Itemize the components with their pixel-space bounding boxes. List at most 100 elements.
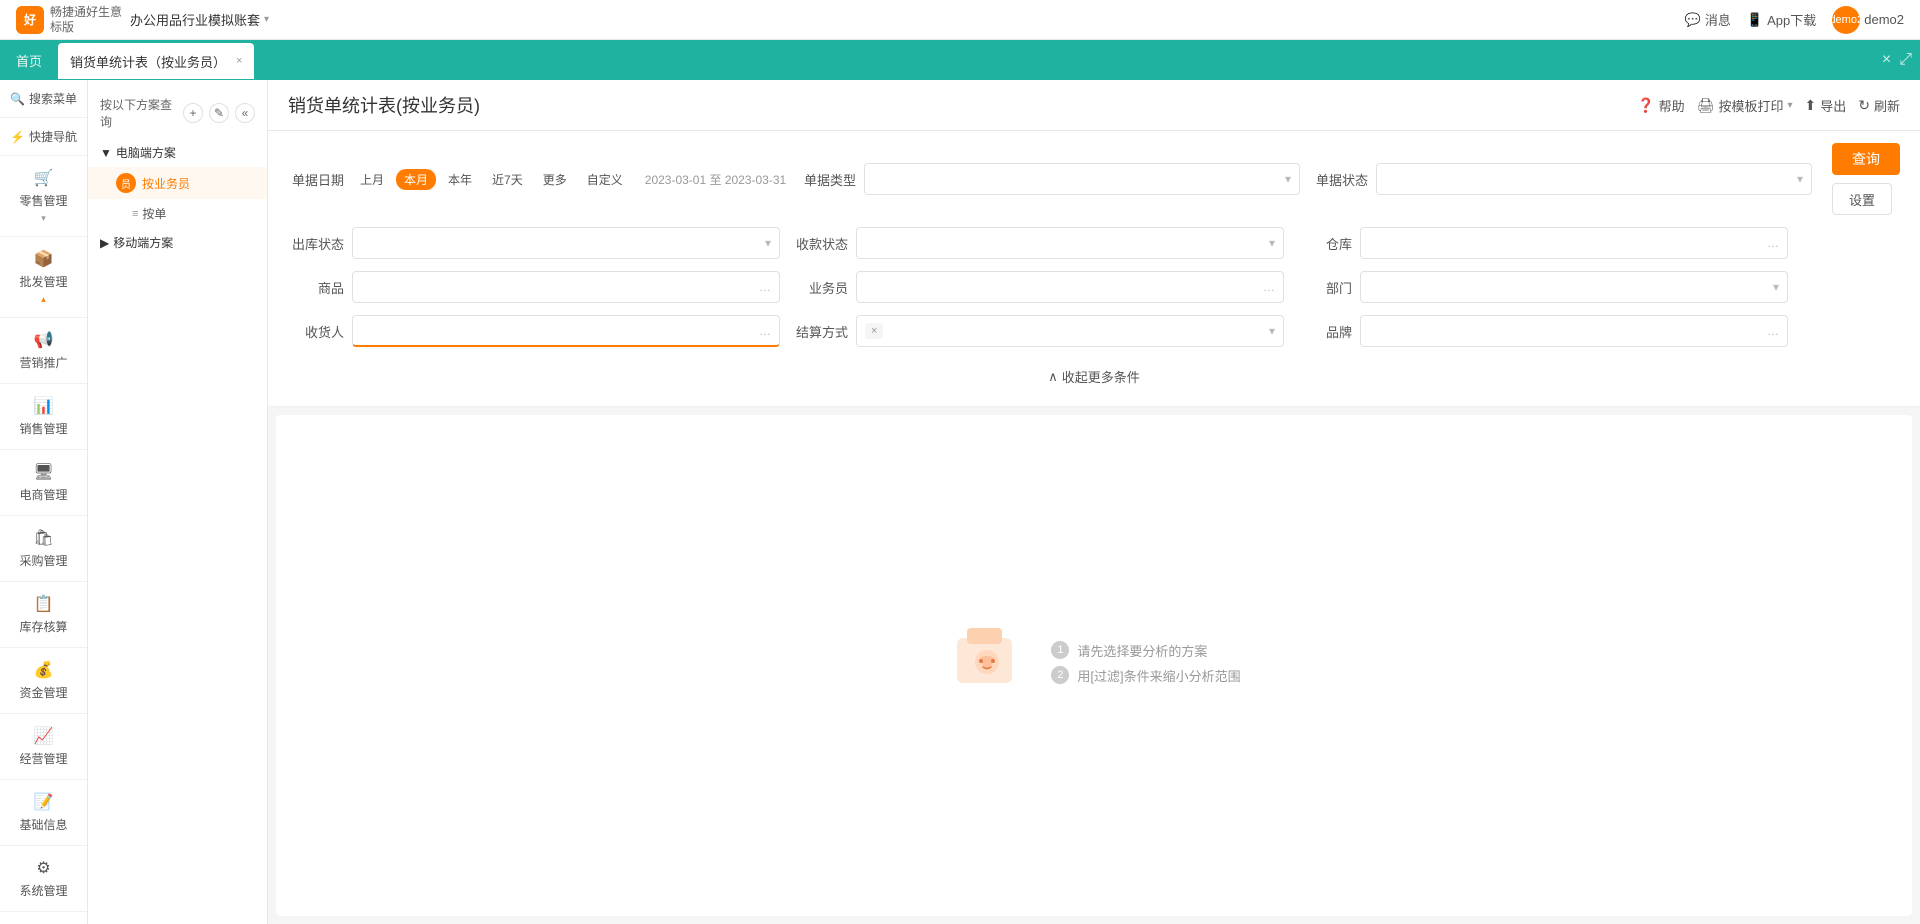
date-tab-thismonth[interactable]: 本月 xyxy=(396,169,436,190)
mobile-scheme-header[interactable]: ▶ 移动端方案 xyxy=(88,228,267,257)
quick-nav-item[interactable]: ⚡ 快捷导航 xyxy=(0,118,87,156)
group-arrow-icon: ▼ xyxy=(100,146,112,160)
out-status-dropdown-icon: ▾ xyxy=(765,236,771,250)
scheme-item-salesperson[interactable]: 员 按业务员 xyxy=(88,167,267,199)
left-panel: 按以下方案查询 + ✎ « ▼ 电脑端方案 员 按业务员 xyxy=(88,80,268,924)
sidebar-item-operations[interactable]: 📈 经营管理 xyxy=(0,714,87,780)
query-button[interactable]: 查询 xyxy=(1832,143,1900,175)
sidebar-item-retail[interactable]: 🛒 零售管理 ▾ xyxy=(0,156,87,237)
filter-area: 单据日期 上月 本月 本年 近7天 更多 自定义 20 xyxy=(268,131,1920,406)
settlement-input[interactable]: × ▾ xyxy=(856,315,1284,347)
doc-type-input[interactable]: ▾ xyxy=(864,163,1300,195)
filter-product: 商品 … xyxy=(288,271,780,303)
sidebar-item-system[interactable]: ⚙ 系统管理 xyxy=(0,846,87,912)
right-content: 销货单统计表(按业务员) ❓ 帮助 🖨 按模板打印 ▾ xyxy=(268,80,1920,924)
out-status-input[interactable]: ▾ xyxy=(352,227,780,259)
tab-sales-stats[interactable]: 销货单统计表（按业务员） × xyxy=(58,43,254,79)
collapse-row: ∧ 收起更多条件 xyxy=(288,359,1900,394)
logo-icon: 好 xyxy=(16,6,44,34)
edit-scheme-button[interactable]: ✎ xyxy=(209,103,229,123)
tab-expand-icon[interactable]: ⤢ xyxy=(1899,51,1912,69)
date-tabs: 上月 本月 本年 近7天 更多 自定义 xyxy=(352,169,631,190)
salesperson-more-icon: … xyxy=(1263,280,1275,294)
filter-brand: 品牌 … xyxy=(1296,315,1788,347)
ecommerce-icon: 🖥 xyxy=(33,462,53,482)
print-icon: 🖨 xyxy=(1697,97,1715,114)
warehouse-more-icon: … xyxy=(1767,236,1779,250)
app-download-button[interactable]: 📱 App下载 xyxy=(1747,10,1816,29)
empty-state: 1 请先选择要分析的方案 2 用[过滤]条件来缩小分析范围 xyxy=(276,415,1912,916)
user-menu[interactable]: demo2 demo2 xyxy=(1832,6,1904,34)
sidebar-item-basic[interactable]: 📝 基础信息 xyxy=(0,780,87,846)
sidebar-item-finance[interactable]: 💰 资金管理 xyxy=(0,648,87,714)
empty-illustration xyxy=(947,618,1027,698)
tab-expand-area: × ⤢ xyxy=(1882,51,1912,69)
doc-status-label: 单据状态 xyxy=(1312,170,1368,189)
search-menu-item[interactable]: 🔍 搜索菜单 xyxy=(0,80,87,118)
date-tab-7days[interactable]: 近7天 xyxy=(484,169,531,190)
department-input[interactable]: ▾ xyxy=(1360,271,1788,303)
filter-out-status: 出库状态 ▾ xyxy=(288,227,780,259)
tab-home[interactable]: 首页 xyxy=(0,40,58,80)
tab-bar: 首页 销货单统计表（按业务员） × × ⤢ xyxy=(0,40,1920,80)
tab-close-window-icon[interactable]: × xyxy=(1882,51,1891,69)
doc-type-label: 单据类型 xyxy=(800,170,856,189)
setting-button[interactable]: 设置 xyxy=(1832,183,1892,215)
filter-row-4: 收货人 … 结算方式 × ▾ xyxy=(288,315,1900,347)
avatar: demo2 xyxy=(1832,6,1860,34)
collapse-panel-button[interactable]: « xyxy=(235,103,255,123)
filter-doc-type: 单据类型 ▾ xyxy=(800,163,1300,195)
sidebar-item-purchase[interactable]: 🛍 采购管理 xyxy=(0,516,87,582)
sidebar-item-wholesale[interactable]: 📦 批发管理 ▴ xyxy=(0,237,87,318)
sidebar-item-sales[interactable]: 📊 销售管理 xyxy=(0,384,87,450)
add-scheme-button[interactable]: + xyxy=(183,103,203,123)
date-tab-thisyear[interactable]: 本年 xyxy=(440,169,480,190)
logo-text: 畅捷通好生意 标版 xyxy=(50,5,122,34)
message-button[interactable]: 💬 消息 xyxy=(1685,10,1731,29)
warehouse-input[interactable]: … xyxy=(1360,227,1788,259)
collapse-button[interactable]: ∧ 收起更多条件 xyxy=(1048,367,1140,386)
main-layout: 🔍 搜索菜单 ⚡ 快捷导航 🛒 零售管理 ▾ 📦 批发管理 ▴ 📢 营销推广 📊… xyxy=(0,80,1920,924)
header-left: 好 畅捷通好生意 标版 办公用品行业模拟账套 ▾ xyxy=(16,5,269,34)
tag-close-icon[interactable]: × xyxy=(871,325,877,337)
filter-settlement: 结算方式 × ▾ xyxy=(792,315,1284,347)
sales-icon: 📊 xyxy=(34,396,54,416)
receiver-more-icon: … xyxy=(759,324,771,338)
sidebar-item-inventory[interactable]: 📋 库存核算 xyxy=(0,582,87,648)
mobile-scheme-group: ▶ 移动端方案 xyxy=(88,228,267,257)
hint-1-number: 1 xyxy=(1051,641,1069,659)
basic-icon: 📝 xyxy=(34,792,54,812)
purchase-icon: 🛍 xyxy=(33,528,53,548)
receipt-status-input[interactable]: ▾ xyxy=(856,227,1284,259)
receipt-status-dropdown-icon: ▾ xyxy=(1269,236,1275,250)
date-tab-more[interactable]: 更多 xyxy=(535,169,575,190)
app-selector[interactable]: 办公用品行业模拟账套 ▾ xyxy=(130,10,269,29)
sidebar-item-marketing[interactable]: 📢 营销推广 xyxy=(0,318,87,384)
download-icon: 📱 xyxy=(1747,12,1763,28)
divider xyxy=(268,406,1920,407)
top-header: 好 畅捷通好生意 标版 办公用品行业模拟账套 ▾ 💬 消息 📱 App下载 de… xyxy=(0,0,1920,40)
product-input[interactable]: … xyxy=(352,271,780,303)
edit-icon: ✎ xyxy=(214,106,224,120)
salesperson-label: 业务员 xyxy=(792,278,848,297)
date-tab-lastmonth[interactable]: 上月 xyxy=(352,169,392,190)
filter-department: 部门 ▾ xyxy=(1296,271,1788,303)
sidebar-item-ecommerce[interactable]: 🖥 电商管理 xyxy=(0,450,87,516)
doc-status-input[interactable]: ▾ xyxy=(1376,163,1812,195)
help-button[interactable]: ❓ 帮助 xyxy=(1637,96,1684,115)
receiver-label: 收货人 xyxy=(288,322,344,341)
export-button[interactable]: ⬆ 导出 xyxy=(1805,96,1847,115)
receiver-input[interactable]: … xyxy=(352,315,780,347)
product-more-icon: … xyxy=(759,280,771,294)
desktop-scheme-header[interactable]: ▼ 电脑端方案 xyxy=(88,138,267,167)
brand-input[interactable]: … xyxy=(1360,315,1788,347)
date-tab-custom[interactable]: 自定义 xyxy=(579,169,631,190)
refresh-button[interactable]: ↻ 刷新 xyxy=(1858,96,1900,115)
sidebar-item-enterprise[interactable]: 🤝 企业协同 xyxy=(0,912,87,924)
salesperson-input[interactable]: … xyxy=(856,271,1284,303)
tab-close-icon[interactable]: × xyxy=(236,55,242,67)
filter-receipt-status: 收款状态 ▾ xyxy=(792,227,1284,259)
scheme-item-order[interactable]: ≡ 按单 xyxy=(88,199,267,228)
template-print-button[interactable]: 🖨 按模板打印 ▾ xyxy=(1697,96,1793,115)
page-actions: ❓ 帮助 🖨 按模板打印 ▾ ⬆ 导出 xyxy=(1637,96,1900,115)
